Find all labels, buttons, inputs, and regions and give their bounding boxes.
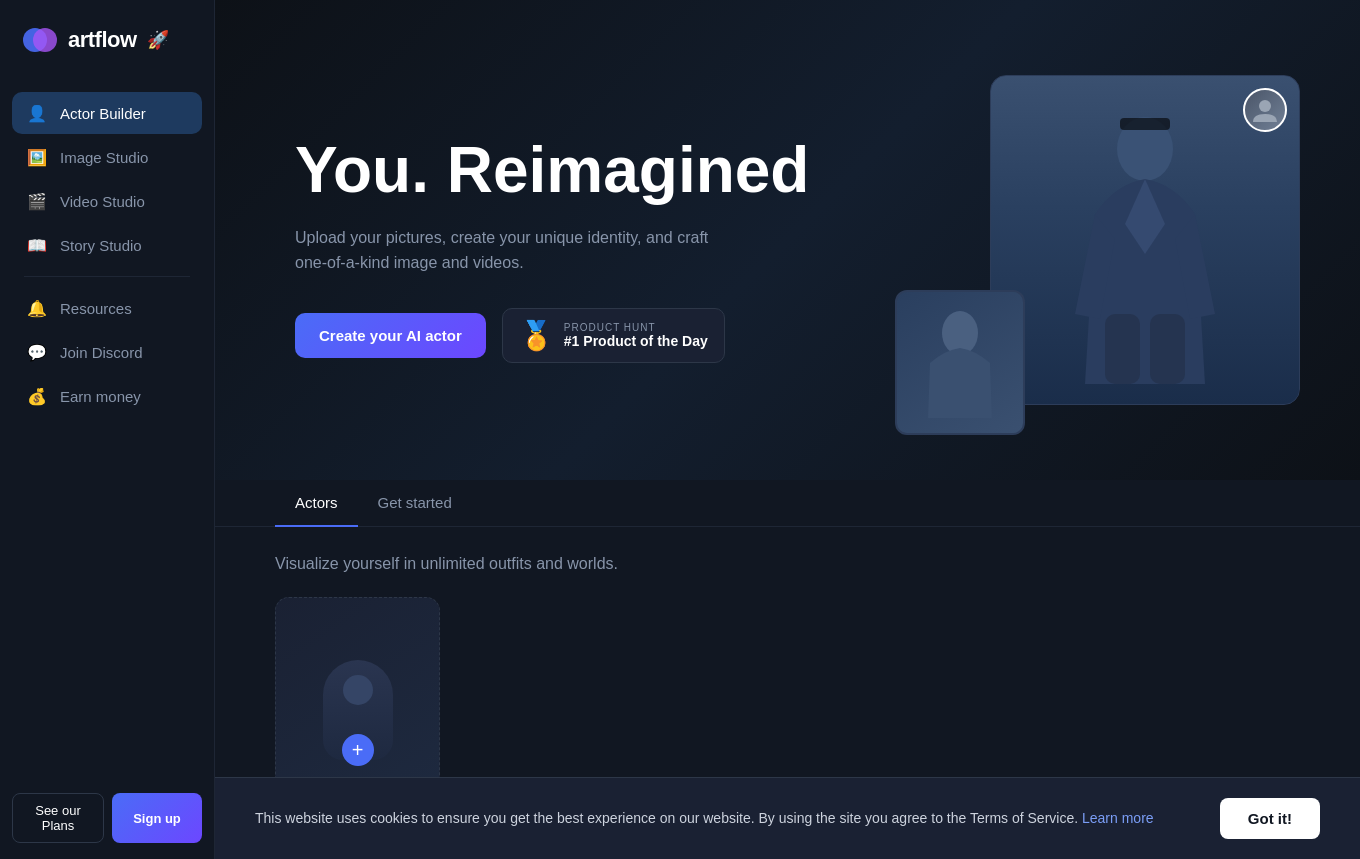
sidebar-item-label: Story Studio — [60, 237, 142, 254]
hero-description: Upload your pictures, create your unique… — [295, 225, 715, 276]
sidebar-item-earn-money[interactable]: 💰 Earn money — [12, 375, 202, 417]
sidebar-item-join-discord[interactable]: 💬 Join Discord — [12, 331, 202, 373]
sidebar-nav: 👤 Actor Builder 🖼️ Image Studio 🎬 Video … — [0, 84, 214, 777]
svg-point-1 — [33, 28, 57, 52]
resources-icon: 🔔 — [26, 297, 48, 319]
svg-point-5 — [1259, 100, 1271, 112]
create-actor-button[interactable]: Create your AI actor — [295, 313, 486, 358]
tab-actors[interactable]: Actors — [275, 480, 358, 527]
product-hunt-label: PRODUCT HUNT — [564, 322, 708, 333]
sidebar-item-actor-builder[interactable]: 👤 Actor Builder — [12, 92, 202, 134]
sidebar-item-label: Earn money — [60, 388, 141, 405]
hero-main-image — [990, 75, 1300, 405]
sidebar-item-label: Video Studio — [60, 193, 145, 210]
sidebar-item-label: Image Studio — [60, 149, 148, 166]
sidebar-item-image-studio[interactable]: 🖼️ Image Studio — [12, 136, 202, 178]
sunglasses — [1120, 118, 1170, 130]
see-plans-button[interactable]: See our Plans — [12, 793, 104, 843]
learn-more-link[interactable]: Learn more — [1082, 810, 1154, 826]
logo-text: artflow — [68, 27, 137, 53]
actors-section-description: Visualize yourself in unlimited outfits … — [275, 555, 1300, 573]
avatar-icon — [1249, 94, 1281, 126]
sidebar-bottom-actions: See our Plans Sign up — [0, 777, 214, 859]
signup-button[interactable]: Sign up — [112, 793, 202, 843]
sidebar: artflow 🚀 👤 Actor Builder 🖼️ Image Studi… — [0, 0, 215, 859]
earn-money-icon: 💰 — [26, 385, 48, 407]
story-studio-icon: 📖 — [26, 234, 48, 256]
hero-secondary-image — [895, 290, 1025, 435]
person-silhouette-svg — [1065, 94, 1225, 404]
sidebar-item-video-studio[interactable]: 🎬 Video Studio — [12, 180, 202, 222]
hero-image-collage — [990, 75, 1300, 405]
cookie-text: This website uses cookies to ensure you … — [255, 808, 1154, 829]
logo-icon — [20, 20, 60, 60]
medal-icon: 🏅 — [519, 319, 554, 352]
sidebar-item-label: Join Discord — [60, 344, 143, 361]
hero-title: You. Reimagined — [295, 137, 809, 204]
add-actor-button[interactable]: + — [342, 734, 374, 766]
svg-rect-3 — [1105, 314, 1140, 384]
video-studio-icon: 🎬 — [26, 190, 48, 212]
hero-section: You. Reimagined Upload your pictures, cr… — [215, 0, 1360, 480]
hero-content: You. Reimagined Upload your pictures, cr… — [295, 137, 809, 362]
cookie-banner: This website uses cookies to ensure you … — [215, 777, 1360, 859]
discord-icon: 💬 — [26, 341, 48, 363]
avatar-overlay — [1243, 88, 1287, 132]
logo-area: artflow 🚀 — [0, 0, 214, 84]
rocket-icon: 🚀 — [147, 29, 169, 51]
tabs-bar: Actors Get started — [215, 480, 1360, 527]
sidebar-item-story-studio[interactable]: 📖 Story Studio — [12, 224, 202, 266]
product-hunt-badge: 🏅 PRODUCT HUNT #1 Product of the Day — [502, 308, 725, 363]
actor-builder-icon: 👤 — [26, 102, 48, 124]
tab-get-started[interactable]: Get started — [358, 480, 472, 527]
main-content: You. Reimagined Upload your pictures, cr… — [215, 0, 1360, 859]
sidebar-item-resources[interactable]: 🔔 Resources — [12, 287, 202, 329]
product-hunt-text: PRODUCT HUNT #1 Product of the Day — [564, 322, 708, 349]
got-it-button[interactable]: Got it! — [1220, 798, 1320, 839]
svg-rect-4 — [1150, 314, 1185, 384]
sidebar-item-label: Actor Builder — [60, 105, 146, 122]
image-studio-icon: 🖼️ — [26, 146, 48, 168]
hero-actions: Create your AI actor 🏅 PRODUCT HUNT #1 P… — [295, 308, 809, 363]
sidebar-item-label: Resources — [60, 300, 132, 317]
secondary-person-svg — [920, 308, 1000, 418]
product-hunt-title: #1 Product of the Day — [564, 333, 708, 349]
nav-divider — [24, 276, 190, 277]
